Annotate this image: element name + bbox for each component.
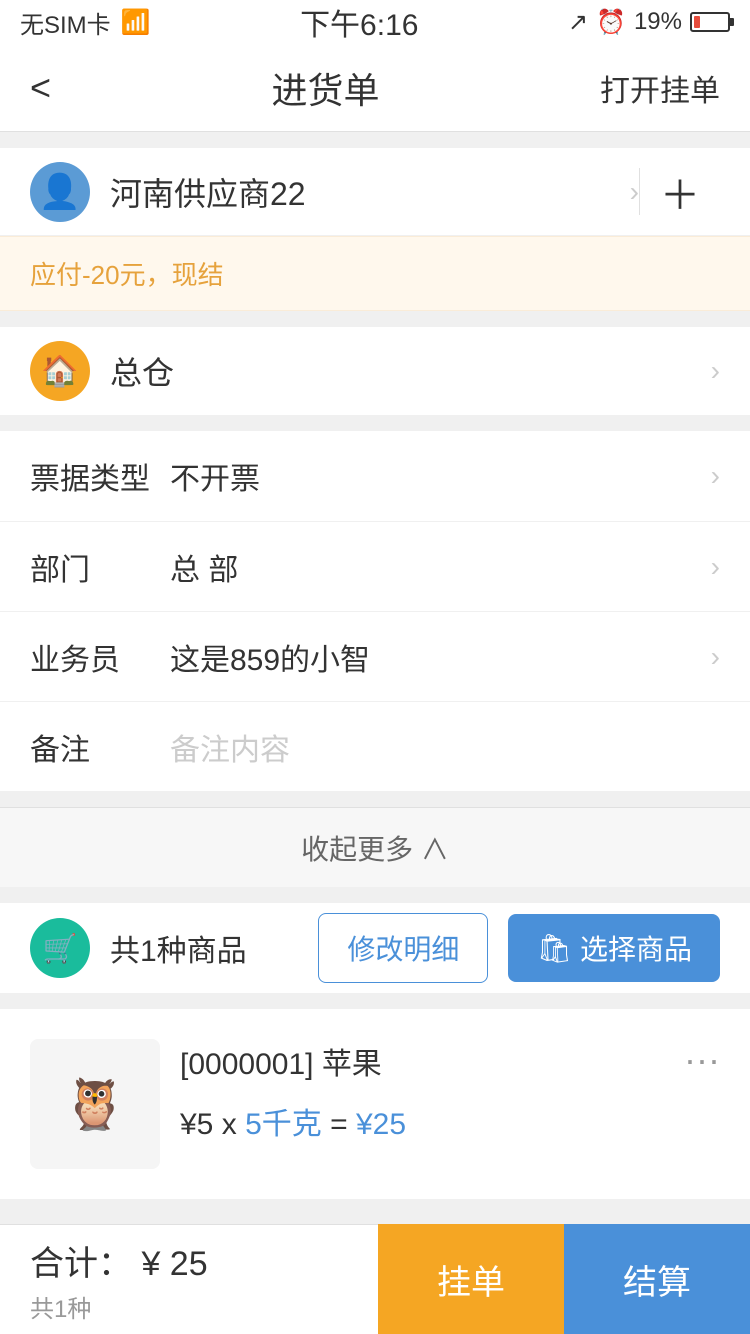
department-row[interactable]: 部门 总 部 › <box>0 521 750 611</box>
product-thumbnail: 🦉 <box>30 1039 160 1169</box>
cart-icon: 🛍 <box>536 932 572 965</box>
ticket-type-label: 票据类型 <box>30 454 170 498</box>
multiply-sign: x <box>222 1108 245 1141</box>
carrier-text: 无SIM卡 <box>20 5 111 40</box>
notice-bar: 应付-20元，现结 <box>0 236 750 311</box>
collapse-bar[interactable]: 收起更多 ∧ <box>0 807 750 887</box>
form-card: 票据类型 不开票 › 部门 总 部 › 业务员 这是859的小智 › 备注 备注… <box>0 431 750 791</box>
warehouse-card[interactable]: 🏠 总仓 › <box>0 327 750 415</box>
avatar: 👤 <box>30 162 90 222</box>
location-icon: ↗ <box>568 8 588 37</box>
alarm-icon: ⏰ <box>596 8 626 37</box>
total-amount: 合计： ¥ 25 <box>30 1236 348 1285</box>
total-label: 合计： <box>30 1245 132 1283</box>
warehouse-icon-wrap: 🏠 <box>30 341 90 401</box>
unit-price: ¥5 <box>180 1108 213 1141</box>
warehouse-name: 总仓 <box>110 348 711 394</box>
status-left: 无SIM卡 📶 <box>20 5 151 40</box>
battery-percent: 19% <box>634 8 682 36</box>
owl-icon: 🦉 <box>64 1075 126 1134</box>
ticket-type-value: 不开票 <box>170 454 711 498</box>
product-info: [0000001] 苹果 ¥5 x 5千克 = ¥25 <box>180 1039 664 1143</box>
quantity: 5千克 <box>245 1108 322 1141</box>
nav-bar: < 进货单 打开挂单 <box>0 44 750 132</box>
hang-button[interactable]: 挂单 <box>378 1224 564 1334</box>
total-value: ¥ 25 <box>141 1245 207 1283</box>
chevron-right-icon: › <box>630 176 639 208</box>
department-label: 部门 <box>30 545 170 589</box>
add-supplier-button[interactable]: ＋ <box>640 163 720 221</box>
page-title: 进货单 <box>272 62 380 114</box>
total-count: 共1种 <box>30 1289 348 1324</box>
staff-label: 业务员 <box>30 635 170 679</box>
chevron-right-icon: › <box>711 355 720 387</box>
supplier-name: 河南供应商22 <box>110 169 630 215</box>
product-icon-wrap: 🛒 <box>30 918 90 978</box>
total-section: 合计： ¥ 25 共1种 <box>0 1224 378 1334</box>
bottom-bar: 合计： ¥ 25 共1种 挂单 结算 <box>0 1224 750 1334</box>
chevron-right-icon: › <box>711 460 720 492</box>
status-right: ↗ ⏰ 19% <box>568 8 730 37</box>
total-price: ¥25 <box>356 1108 406 1141</box>
more-button[interactable]: ··· <box>684 1039 720 1081</box>
remark-row[interactable]: 备注 备注内容 <box>0 701 750 791</box>
ticket-type-row[interactable]: 票据类型 不开票 › <box>0 431 750 521</box>
status-time: 下午6:16 <box>300 0 418 44</box>
avatar-icon: 👤 <box>39 172 81 212</box>
wifi-icon: 📶 <box>121 8 151 37</box>
warehouse-icon: 🏠 <box>41 354 78 389</box>
warehouse-row[interactable]: 🏠 总仓 › <box>0 327 750 415</box>
supplier-card: 👤 河南供应商22 › ＋ 应付-20元，现结 <box>0 148 750 311</box>
product-icon: 🛒 <box>43 932 78 965</box>
staff-value: 这是859的小智 <box>170 635 711 679</box>
product-title: 苹果 <box>322 1048 382 1081</box>
chevron-right-icon: › <box>711 551 720 583</box>
remark-label: 备注 <box>30 725 170 769</box>
equals-sign: = <box>330 1108 356 1141</box>
chevron-right-icon: › <box>711 641 720 673</box>
edit-detail-button[interactable]: 修改明细 <box>318 913 488 983</box>
select-product-button[interactable]: 🛍 选择商品 <box>508 914 720 982</box>
product-header: 🛒 共1种商品 修改明细 🛍 选择商品 <box>0 903 750 993</box>
product-code: [0000001] <box>180 1048 313 1081</box>
battery-icon <box>690 12 730 32</box>
product-price: ¥5 x 5千克 = ¥25 <box>180 1099 664 1143</box>
product-name: [0000001] 苹果 <box>180 1039 664 1083</box>
remark-input[interactable]: 备注内容 <box>170 725 720 769</box>
select-product-label: 选择商品 <box>580 928 692 968</box>
supplier-row[interactable]: 👤 河南供应商22 › ＋ <box>0 148 750 236</box>
department-value: 总 部 <box>170 545 711 589</box>
staff-row[interactable]: 业务员 这是859的小智 › <box>0 611 750 701</box>
open-hang-button[interactable]: 打开挂单 <box>600 66 720 110</box>
checkout-button[interactable]: 结算 <box>564 1224 750 1334</box>
status-bar: 无SIM卡 📶 下午6:16 ↗ ⏰ 19% <box>0 0 750 44</box>
product-count: 共1种商品 <box>110 926 298 970</box>
back-button[interactable]: < <box>30 67 51 109</box>
product-item: 🦉 [0000001] 苹果 ¥5 x 5千克 = ¥25 ··· <box>0 1009 750 1199</box>
